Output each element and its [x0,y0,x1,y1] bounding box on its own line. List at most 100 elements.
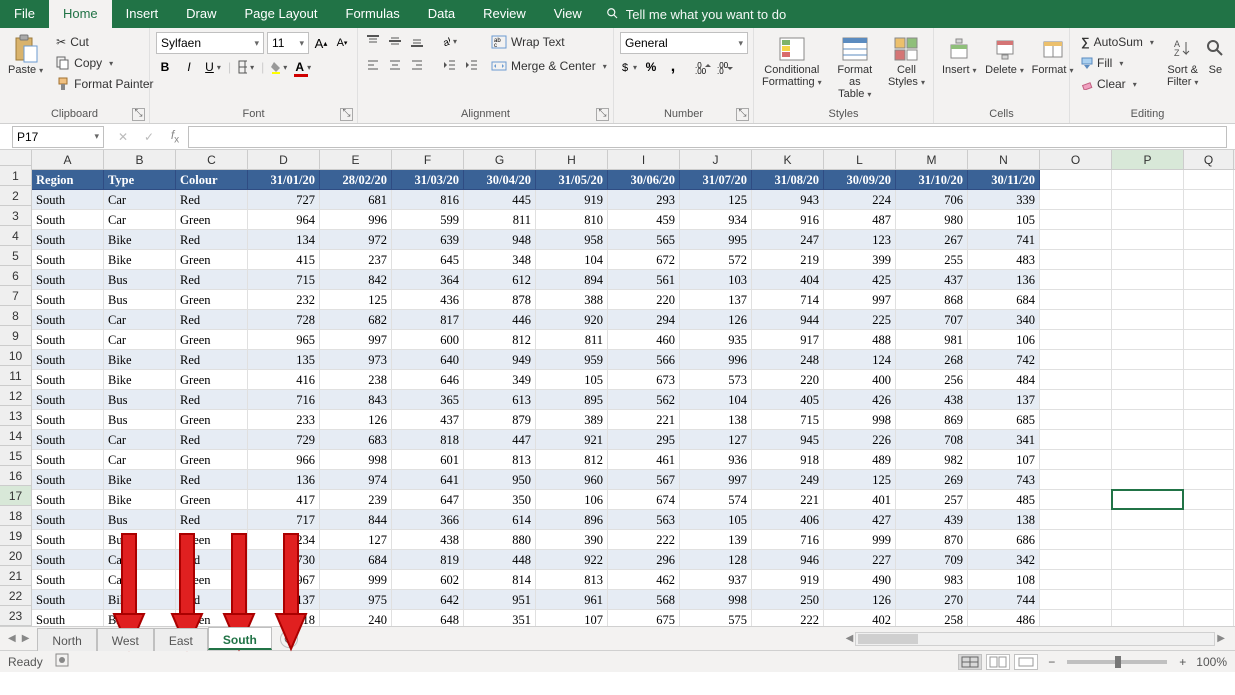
cell[interactable] [1040,410,1112,430]
cell[interactable] [1040,330,1112,350]
cell[interactable] [1184,370,1234,390]
comma-format-icon[interactable]: , [664,58,682,76]
alignment-dialog-icon[interactable]: ⤡ [596,108,609,121]
cell-styles-button[interactable]: Cell Styles [886,32,927,91]
cell[interactable] [1184,310,1234,330]
orientation-icon[interactable]: ab [440,32,458,50]
cell[interactable]: 31/03/20 [392,170,464,190]
cell[interactable] [1184,170,1234,190]
cell[interactable] [1112,430,1184,450]
cell[interactable]: 813 [464,450,536,470]
cell[interactable] [1184,210,1234,230]
copy-button[interactable]: Copy [51,53,158,73]
cell[interactable]: Green [176,250,248,270]
cell[interactable] [1040,430,1112,450]
fill-color-button[interactable] [270,58,288,76]
bold-button[interactable]: B [156,58,174,76]
cell[interactable]: 843 [320,390,392,410]
sheet-tab-east[interactable]: East [154,628,208,651]
cell[interactable]: 572 [680,250,752,270]
cell[interactable]: 948 [464,230,536,250]
cell[interactable]: 139 [680,530,752,550]
macro-record-icon[interactable] [55,653,69,670]
cell[interactable] [1112,350,1184,370]
cell[interactable]: 234 [248,530,320,550]
fx-icon[interactable]: fx [162,128,188,145]
cell[interactable]: Bike [104,250,176,270]
find-select-button[interactable]: Se [1206,32,1224,78]
cell[interactable]: 934 [680,210,752,230]
paste-button[interactable]: Paste [6,32,45,79]
cell[interactable] [1184,510,1234,530]
cell[interactable]: 642 [392,590,464,610]
cell[interactable]: 446 [464,310,536,330]
decrease-indent-icon[interactable] [440,56,458,74]
cell[interactable]: 400 [824,370,896,390]
row-header[interactable]: 5 [0,246,31,266]
cell[interactable] [1184,590,1234,610]
cell[interactable]: Green [176,410,248,430]
cell[interactable]: 240 [320,610,392,626]
cell[interactable]: South [32,330,104,350]
cell[interactable]: 562 [608,390,680,410]
cell[interactable]: 125 [320,290,392,310]
cell[interactable]: 727 [248,190,320,210]
cells-region[interactable]: RegionTypeColour31/01/2028/02/2031/03/20… [32,170,1235,626]
cell[interactable]: 416 [248,370,320,390]
cell[interactable] [1040,390,1112,410]
cell[interactable]: 950 [464,470,536,490]
cell[interactable]: 945 [752,430,824,450]
cell[interactable]: South [32,350,104,370]
sheet-nav-arrows[interactable]: ◀▶ [0,627,37,650]
cell[interactable]: 486 [968,610,1040,626]
format-cells-button[interactable]: Format [1031,32,1075,79]
column-header[interactable]: P [1112,150,1184,169]
column-header[interactable]: O [1040,150,1112,169]
name-box[interactable]: P17▾ [12,126,104,148]
cell[interactable]: 729 [248,430,320,450]
cell[interactable]: 225 [824,310,896,330]
cell[interactable]: 919 [752,570,824,590]
column-header[interactable]: N [968,150,1040,169]
cell[interactable]: Colour [176,170,248,190]
cell[interactable]: Car [104,550,176,570]
cell[interactable]: Bike [104,610,176,626]
cell[interactable]: 30/06/20 [608,170,680,190]
cell[interactable]: Bike [104,350,176,370]
cell[interactable] [1184,350,1234,370]
cell[interactable]: 222 [608,530,680,550]
cell[interactable]: 31/08/20 [752,170,824,190]
column-header[interactable]: Q [1184,150,1234,169]
cell[interactable]: 249 [752,470,824,490]
cell[interactable]: 682 [320,310,392,330]
cell[interactable]: Green [176,450,248,470]
cell[interactable]: 389 [536,410,608,430]
cell[interactable]: 812 [536,450,608,470]
cell[interactable]: 966 [248,450,320,470]
cell[interactable]: 936 [680,450,752,470]
cell[interactable]: Car [104,310,176,330]
number-format-combo[interactable]: General▾ [620,32,748,54]
cell[interactable] [1040,490,1112,510]
cell[interactable]: 744 [968,590,1040,610]
cell[interactable]: 997 [680,470,752,490]
cell[interactable] [1112,610,1184,626]
cell[interactable]: Red [176,190,248,210]
row-header[interactable]: 8 [0,306,31,326]
font-size-combo[interactable]: 11▾ [267,32,309,54]
cell[interactable] [1112,530,1184,550]
cell[interactable]: Red [176,470,248,490]
cell[interactable]: 869 [896,410,968,430]
row-header[interactable]: 2 [0,186,31,206]
cell[interactable]: 255 [896,250,968,270]
cell[interactable]: 126 [320,410,392,430]
cell[interactable]: South [32,450,104,470]
cell[interactable] [1040,170,1112,190]
cell[interactable]: 997 [320,330,392,350]
cell[interactable] [1112,270,1184,290]
cell[interactable]: 742 [968,350,1040,370]
cell[interactable] [1184,190,1234,210]
cell[interactable]: 366 [392,510,464,530]
cell[interactable]: 813 [536,570,608,590]
cell[interactable] [1112,370,1184,390]
